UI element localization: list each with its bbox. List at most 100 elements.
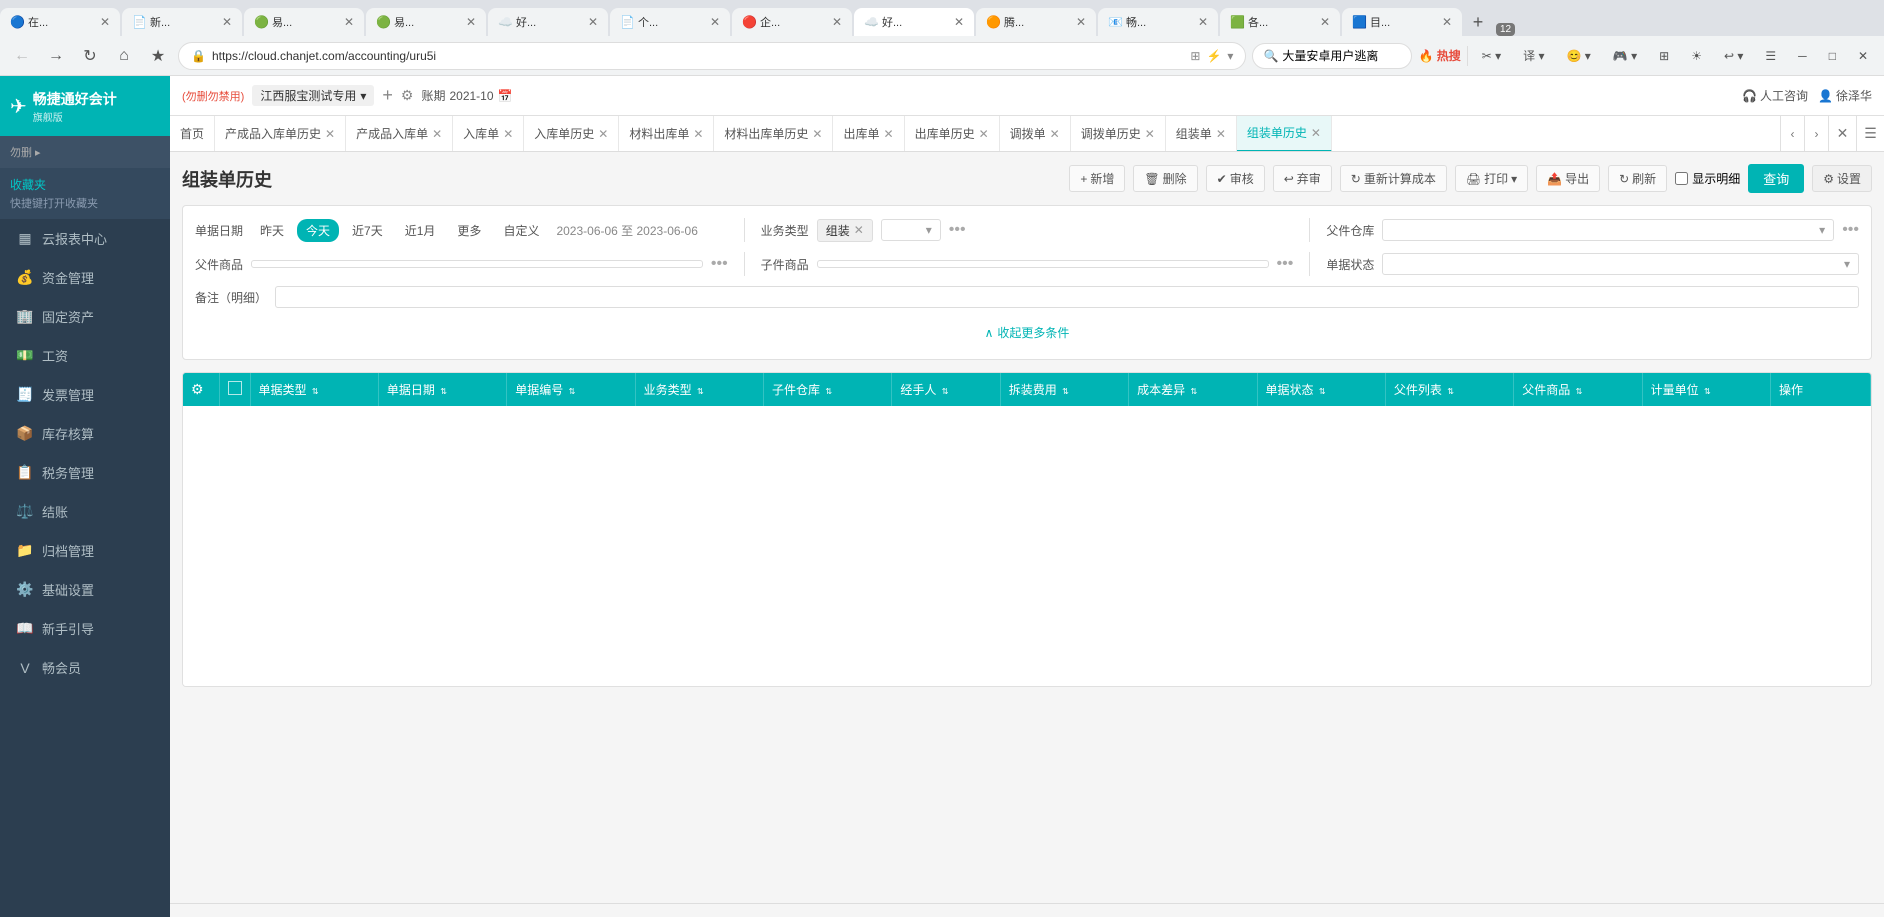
tab-close-2[interactable]: ✕ bbox=[222, 15, 232, 29]
sidebar-item-guide[interactable]: 📖 新手引导 bbox=[0, 609, 170, 648]
user-info[interactable]: 👤 徐泽华 bbox=[1818, 87, 1872, 104]
browser-tab-7[interactable]: 🔴 企... ✕ bbox=[732, 8, 852, 36]
reload-button[interactable]: ↻ bbox=[76, 42, 104, 70]
th-date[interactable]: 单据日期 ⇅ bbox=[378, 373, 506, 406]
browser-tab-10[interactable]: 📧 畅... ✕ bbox=[1098, 8, 1218, 36]
query-button[interactable]: 查询 bbox=[1748, 164, 1804, 193]
company-settings-button[interactable]: ⚙ bbox=[401, 87, 414, 104]
tab-close-10[interactable]: ✕ bbox=[1198, 15, 1208, 29]
show-detail-checkbox[interactable] bbox=[1675, 172, 1688, 185]
page-tab-material-out-close[interactable]: ✕ bbox=[693, 127, 703, 141]
th-biz-type[interactable]: 业务类型 ⇅ bbox=[635, 373, 763, 406]
page-tab-out-history[interactable]: 出库单历史 ✕ bbox=[905, 116, 1000, 152]
add-button[interactable]: + 新增 bbox=[1069, 165, 1125, 192]
page-tab-assemble[interactable]: 调拨单 ✕ bbox=[1000, 116, 1071, 152]
sort-type-icon[interactable]: ⇅ bbox=[312, 387, 319, 396]
date-btn-today[interactable]: 今天 bbox=[297, 219, 339, 242]
page-tab-kit-order-close[interactable]: ✕ bbox=[1216, 127, 1226, 141]
th-unit[interactable]: 计量单位 ⇅ bbox=[1642, 373, 1770, 406]
browser-tab-12[interactable]: 🟦 目... ✕ bbox=[1342, 8, 1462, 36]
parent-warehouse-more-icon[interactable]: ••• bbox=[1842, 221, 1859, 239]
sidebar-item-inventory[interactable]: 📦 库存核算 bbox=[0, 414, 170, 453]
grid-button[interactable]: ⊞ bbox=[1651, 47, 1677, 65]
tab-close-7[interactable]: ✕ bbox=[832, 15, 842, 29]
tab-close-8[interactable]: ✕ bbox=[954, 15, 964, 29]
page-tab-assemble-history[interactable]: 调拨单历史 ✕ bbox=[1071, 116, 1166, 152]
browser-tab-9[interactable]: 🟠 腾... ✕ bbox=[976, 8, 1096, 36]
add-company-button[interactable]: + bbox=[382, 85, 393, 106]
page-tab-in-history-close[interactable]: ✕ bbox=[598, 127, 608, 141]
th-parent-goods[interactable]: 父件商品 ⇅ bbox=[1514, 373, 1642, 406]
export-button[interactable]: 📤 导出 bbox=[1536, 165, 1600, 192]
tab-close-6[interactable]: ✕ bbox=[710, 15, 720, 29]
page-tab-assemble-close[interactable]: ✕ bbox=[1050, 127, 1060, 141]
sidebar-item-fund[interactable]: 💰 资金管理 bbox=[0, 258, 170, 297]
tab-close-4[interactable]: ✕ bbox=[466, 15, 476, 29]
browser-tab-2[interactable]: 📄 新... ✕ bbox=[122, 8, 242, 36]
service-button[interactable]: 🎧 人工咨询 bbox=[1742, 87, 1808, 104]
sort-child-warehouse-icon[interactable]: ⇅ bbox=[825, 387, 832, 396]
page-tab-home[interactable]: 首页 bbox=[170, 116, 215, 152]
date-btn-more[interactable]: 更多 bbox=[448, 219, 490, 242]
abandon-button[interactable]: ↩ 弃审 bbox=[1273, 165, 1332, 192]
page-tab-out-order[interactable]: 出库单 ✕ bbox=[833, 116, 904, 152]
undo-button[interactable]: ↩ ▾ bbox=[1716, 47, 1751, 65]
date-btn-yesterday[interactable]: 昨天 bbox=[251, 219, 293, 242]
company-selector[interactable]: 江西服宝测试专用 ▾ bbox=[252, 85, 374, 106]
address-bar-dropdown-icon[interactable]: ▾ bbox=[1227, 49, 1233, 63]
home-button[interactable]: ⌂ bbox=[110, 42, 138, 70]
page-tab-in-order[interactable]: 入库单 ✕ bbox=[453, 116, 524, 152]
sort-parent-list-icon[interactable]: ⇅ bbox=[1447, 387, 1454, 396]
page-tab-material-out-history[interactable]: 材料出库单历史 ✕ bbox=[714, 116, 833, 152]
recalculate-button[interactable]: ↻ 重新计算成本 bbox=[1340, 165, 1447, 192]
tab-close-all[interactable]: ✕ bbox=[1828, 116, 1856, 152]
sort-disassemble-cost-icon[interactable]: ⇅ bbox=[1062, 387, 1069, 396]
th-type[interactable]: 单据类型 ⇅ bbox=[250, 373, 378, 406]
th-checkbox[interactable] bbox=[219, 373, 250, 406]
close-button[interactable]: ✕ bbox=[1850, 47, 1876, 65]
sort-parent-goods-icon[interactable]: ⇅ bbox=[1576, 387, 1583, 396]
tab-scroll-right[interactable]: › bbox=[1804, 116, 1828, 152]
order-status-select[interactable]: ▾ bbox=[1382, 253, 1859, 275]
sidebar-item-archive[interactable]: 📁 归档管理 bbox=[0, 531, 170, 570]
th-disassemble-cost[interactable]: 拆装费用 ⇅ bbox=[1000, 373, 1128, 406]
tab-close-9[interactable]: ✕ bbox=[1076, 15, 1086, 29]
biz-type-select[interactable]: ▾ bbox=[881, 219, 941, 241]
page-tab-kit-history-close[interactable]: ✕ bbox=[1311, 126, 1321, 140]
forward-button[interactable]: → bbox=[42, 42, 70, 70]
page-tab-produce-in-close[interactable]: ✕ bbox=[432, 127, 442, 141]
sort-order-status-icon[interactable]: ⇅ bbox=[1319, 387, 1326, 396]
browser-tab-3[interactable]: 🟢 易... ✕ bbox=[244, 8, 364, 36]
show-detail-checkbox-area[interactable]: 显示明细 bbox=[1675, 170, 1740, 187]
menu-button[interactable]: ☰ bbox=[1757, 47, 1784, 65]
sort-unit-icon[interactable]: ⇅ bbox=[1704, 387, 1711, 396]
biz-type-more-icon[interactable]: ••• bbox=[949, 221, 966, 239]
sort-date-icon[interactable]: ⇅ bbox=[440, 387, 447, 396]
delete-button[interactable]: 🗑 删除 bbox=[1133, 165, 1197, 192]
sidebar-company[interactable]: 勿删 ▸ bbox=[0, 136, 170, 168]
sidebar-item-asset[interactable]: 🏢 固定资产 bbox=[0, 297, 170, 336]
sidebar-item-settings[interactable]: ⚙️ 基础设置 bbox=[0, 570, 170, 609]
maximize-button[interactable]: □ bbox=[1821, 47, 1844, 65]
search-bar[interactable]: 🔍 大量安卓用户逃离 bbox=[1252, 43, 1412, 69]
sidebar-favorites[interactable]: 收藏夹 快捷键打开收藏夹 bbox=[0, 168, 170, 219]
page-tab-kit-history[interactable]: 组装单历史 ✕ bbox=[1237, 116, 1332, 152]
tab-more-actions[interactable]: ☰ bbox=[1856, 116, 1884, 152]
game-button[interactable]: 🎮 ▾ bbox=[1605, 47, 1645, 65]
sidebar-item-report[interactable]: ▦ 云报表中心 bbox=[0, 219, 170, 258]
sidebar-item-invoice[interactable]: 🧾 发票管理 bbox=[0, 375, 170, 414]
th-child-warehouse[interactable]: 子件仓库 ⇅ bbox=[764, 373, 892, 406]
cut-button[interactable]: ✂ ▾ bbox=[1474, 47, 1509, 65]
page-tab-out-history-close[interactable]: ✕ bbox=[979, 127, 989, 141]
date-btn-custom[interactable]: 自定义 bbox=[494, 219, 548, 242]
child-goods-select[interactable] bbox=[817, 260, 1269, 268]
page-tab-kit-order[interactable]: 组装单 ✕ bbox=[1166, 116, 1237, 152]
th-number[interactable]: 单据编号 ⇅ bbox=[507, 373, 635, 406]
page-tab-assemble-history-close[interactable]: ✕ bbox=[1145, 127, 1155, 141]
settings-button[interactable]: ⚙ 设置 bbox=[1812, 165, 1872, 192]
back-button[interactable]: ← bbox=[8, 42, 36, 70]
browser-tab-5[interactable]: ☁️ 好... ✕ bbox=[488, 8, 608, 36]
page-tab-produce-in-history-close[interactable]: ✕ bbox=[325, 127, 335, 141]
tab-close-11[interactable]: ✕ bbox=[1320, 15, 1330, 29]
sidebar-item-settle[interactable]: ⚖️ 结账 bbox=[0, 492, 170, 531]
